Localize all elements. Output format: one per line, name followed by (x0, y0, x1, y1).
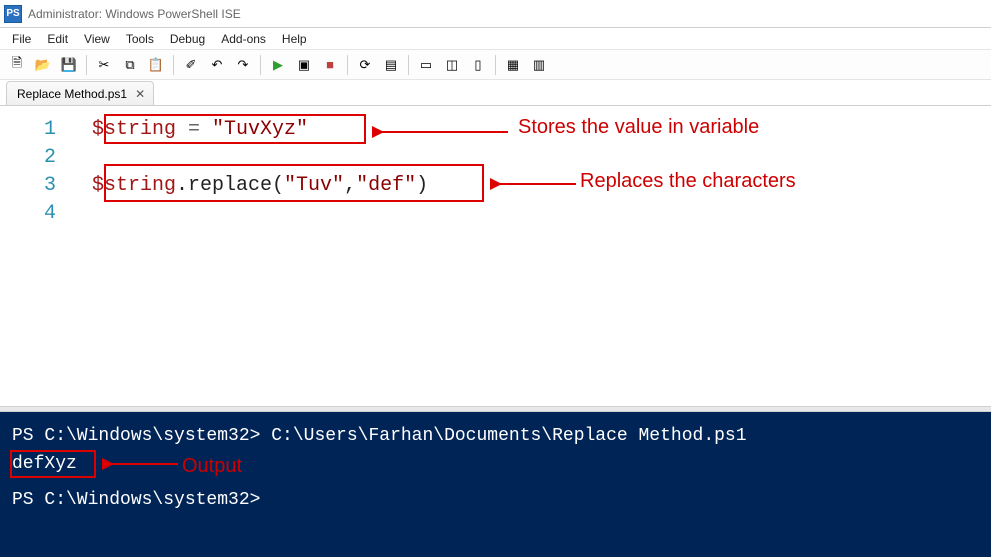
paste-icon[interactable]: 📋 (144, 53, 168, 77)
redo-icon[interactable]: ↷ (231, 53, 255, 77)
menu-file[interactable]: File (4, 30, 39, 48)
tab-replace-method[interactable]: Replace Method.ps1 ✕ (6, 81, 154, 105)
code-token: $string (92, 118, 176, 141)
run-icon[interactable]: ▶ (266, 53, 290, 77)
code-editor[interactable]: 1234 $string = "TuvXyz" $string.replace(… (0, 106, 991, 406)
toolbar-separator (495, 55, 496, 75)
toolbar-separator (86, 55, 87, 75)
script-pane-right-icon[interactable]: ◫ (440, 53, 464, 77)
toolbar: 🗎📂💾 ✂⧉📋 ✐↶↷ ▶▣■ ⟳▤ ▭◫▯ ▦▥ (0, 50, 991, 80)
line-number: 2 (0, 144, 80, 172)
menu-edit[interactable]: Edit (39, 30, 76, 48)
stop-icon[interactable]: ■ (318, 53, 342, 77)
code-token: .replace( (176, 174, 284, 197)
cut-icon[interactable]: ✂ (92, 53, 116, 77)
menu-help[interactable]: Help (274, 30, 315, 48)
console-prompt: PS C:\Windows\system32> (12, 426, 271, 446)
menu-view[interactable]: View (76, 30, 118, 48)
copy-icon[interactable]: ⧉ (118, 53, 142, 77)
code-token: "TuvXyz" (212, 118, 308, 141)
powershell-ise-app-icon: PS (4, 5, 22, 23)
tab-label: Replace Method.ps1 (17, 87, 127, 101)
line-number: 4 (0, 200, 80, 228)
script-pane-max-icon[interactable]: ▯ (466, 53, 490, 77)
code-token: , (344, 174, 356, 197)
show-command-icon[interactable]: ▥ (527, 53, 551, 77)
code-token: ) (416, 174, 428, 197)
code-area[interactable]: $string = "TuvXyz" $string.replace("Tuv"… (92, 116, 991, 228)
run-selection-icon[interactable]: ▣ (292, 53, 316, 77)
toolbar-separator (408, 55, 409, 75)
code-token: "Tuv" (284, 174, 344, 197)
save-icon[interactable]: 💾 (57, 53, 81, 77)
titlebar: PS Administrator: Windows PowerShell ISE (0, 0, 991, 28)
clear-icon[interactable]: ✐ (179, 53, 203, 77)
console-line-1: PS C:\Windows\system32> C:\Users\Farhan\… (12, 422, 979, 450)
toolbar-separator (347, 55, 348, 75)
tab-close-icon[interactable]: ✕ (135, 87, 145, 101)
code-line[interactable]: $string.replace("Tuv","def") (92, 172, 991, 200)
console-command: C:\Users\Farhan\Documents\Replace Method… (271, 426, 746, 446)
code-line[interactable]: $string = "TuvXyz" (92, 116, 991, 144)
open-file-icon[interactable]: 📂 (31, 53, 55, 77)
commands-icon[interactable]: ▦ (501, 53, 525, 77)
code-line[interactable] (92, 144, 991, 172)
gutter: 1234 (0, 106, 80, 406)
line-number: 3 (0, 172, 80, 200)
code-token: $string (92, 174, 176, 197)
undo-icon[interactable]: ↶ (205, 53, 229, 77)
window-title: Administrator: Windows PowerShell ISE (28, 7, 241, 21)
menu-add-ons[interactable]: Add-ons (213, 30, 274, 48)
toolbar-separator (173, 55, 174, 75)
remote-icon[interactable]: ⟳ (353, 53, 377, 77)
new-file-icon[interactable]: 🗎 (5, 53, 29, 77)
menubar: File Edit View Tools Debug Add-ons Help (0, 28, 991, 50)
menu-debug[interactable]: Debug (162, 30, 213, 48)
code-token: = (176, 118, 212, 141)
script-pane-top-icon[interactable]: ▭ (414, 53, 438, 77)
console-output: defXyz (12, 450, 979, 478)
powershell-icon[interactable]: ▤ (379, 53, 403, 77)
line-number: 1 (0, 116, 80, 144)
menu-tools[interactable]: Tools (118, 30, 162, 48)
toolbar-separator (260, 55, 261, 75)
code-token: "def" (356, 174, 416, 197)
tabstrip: Replace Method.ps1 ✕ (0, 80, 991, 106)
console-prompt-2: PS C:\Windows\system32> (12, 486, 979, 514)
code-line[interactable] (92, 200, 991, 228)
console-pane[interactable]: PS C:\Windows\system32> C:\Users\Farhan\… (0, 412, 991, 557)
